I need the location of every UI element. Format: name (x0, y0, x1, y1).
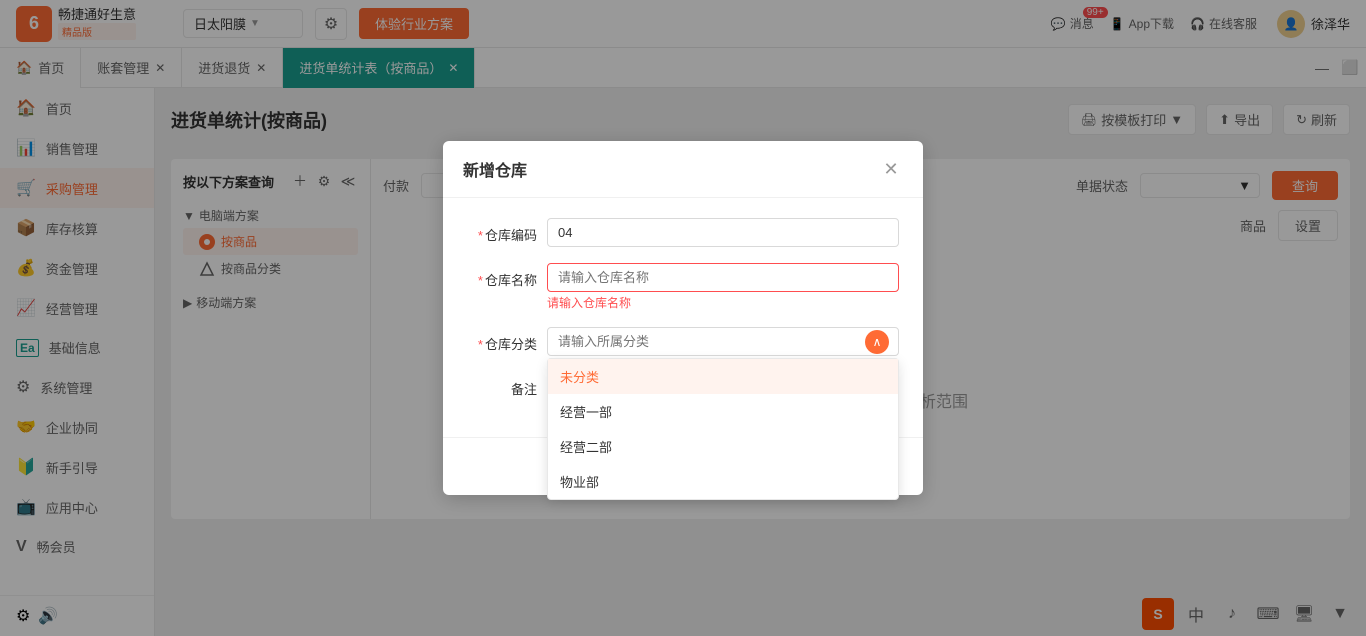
modal-header: 新增仓库 ✕ (443, 141, 923, 198)
modal-body: 仓库编码 仓库名称 请输入仓库名称 仓库分类 ∧ (443, 198, 923, 437)
note-label: 备注 (467, 372, 547, 398)
dropdown-item-uncategorized[interactable]: 未分类 (548, 359, 898, 394)
code-field (547, 218, 899, 247)
modal-add-warehouse: 新增仓库 ✕ 仓库编码 仓库名称 请输入仓库名称 仓库分类 (443, 141, 923, 495)
category-field: ∧ 未分类 经营一部 经营二部 物业部 (547, 327, 899, 356)
category-input[interactable] (547, 327, 899, 356)
modal-close-button[interactable]: ✕ (879, 157, 903, 181)
category-toggle-button[interactable]: ∧ (865, 330, 889, 354)
dropdown-item-dept1[interactable]: 经营一部 (548, 394, 898, 429)
code-label: 仓库编码 (467, 218, 547, 244)
name-field: 请输入仓库名称 (547, 263, 899, 311)
form-row-category: 仓库分类 ∧ 未分类 经营一部 经营二部 物业部 (467, 327, 899, 356)
name-error-msg: 请输入仓库名称 (547, 294, 899, 311)
modal-overlay[interactable]: 新增仓库 ✕ 仓库编码 仓库名称 请输入仓库名称 仓库分类 (0, 0, 1366, 636)
name-input[interactable] (547, 263, 899, 292)
dropdown-item-property[interactable]: 物业部 (548, 464, 898, 499)
form-row-name: 仓库名称 请输入仓库名称 (467, 263, 899, 311)
name-label: 仓库名称 (467, 263, 547, 289)
category-dropdown: 未分类 经营一部 经营二部 物业部 (547, 358, 899, 500)
modal-title: 新增仓库 (463, 157, 527, 181)
dropdown-item-dept2[interactable]: 经营二部 (548, 429, 898, 464)
category-label: 仓库分类 (467, 327, 547, 353)
form-row-code: 仓库编码 (467, 218, 899, 247)
code-input[interactable] (547, 218, 899, 247)
